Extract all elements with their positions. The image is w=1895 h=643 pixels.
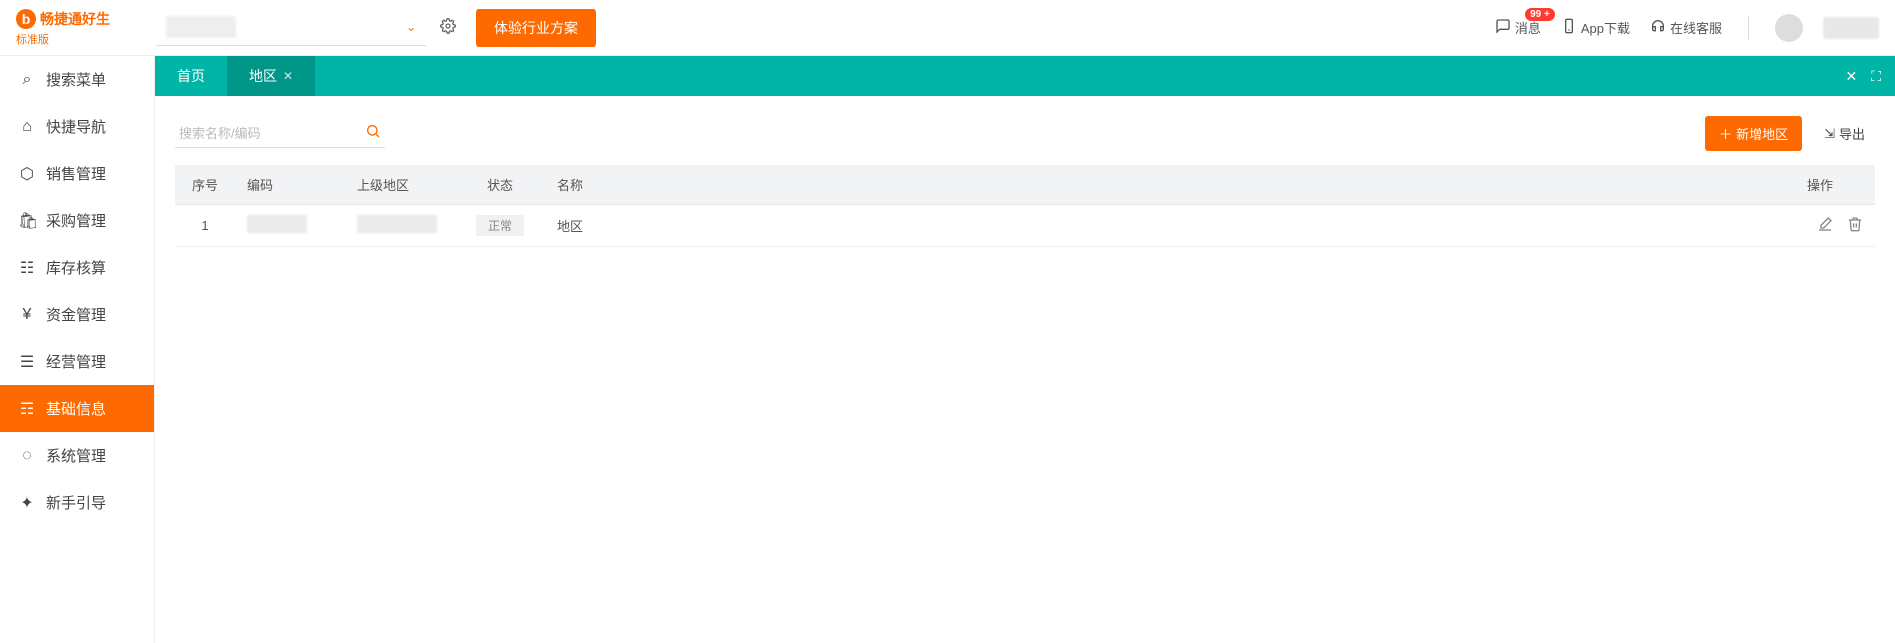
chevron-down-icon: ⌄ <box>406 20 416 34</box>
export-button[interactable]: ⇲导出 <box>1814 116 1875 151</box>
list-icon: ☰ <box>18 352 36 372</box>
message-icon <box>1495 18 1511 37</box>
content: ＋新增地区 ⇲导出 序号 编码 上级地区 状态 名称 操作 <box>155 96 1895 643</box>
col-ops: 操作 <box>1765 165 1875 205</box>
tab-label: 首页 <box>177 66 205 86</box>
fullscreen-icon[interactable]: ⛶ <box>1871 68 1881 85</box>
app-download-link[interactable]: App下载 <box>1561 18 1630 37</box>
cell-ops <box>1765 205 1875 247</box>
search-box <box>175 120 385 148</box>
tab-home[interactable]: 首页 <box>155 56 227 96</box>
add-region-button[interactable]: ＋新增地区 <box>1705 116 1802 151</box>
company-name-blur <box>166 16 236 38</box>
messages-link[interactable]: 消息 99 + <box>1495 18 1541 37</box>
cell-status: 正常 <box>455 205 545 247</box>
status-tag: 正常 <box>476 215 524 236</box>
sidebar-item-finance[interactable]: ¥ 资金管理 <box>0 291 154 338</box>
logo-text: 畅捷通好生 <box>40 9 110 29</box>
messages-badge: 99 + <box>1525 8 1555 21</box>
search-icon: ⌕ <box>18 71 36 89</box>
mobile-icon <box>1561 18 1577 37</box>
sidebar-item-purchase[interactable]: 🛍 采购管理 <box>0 197 154 244</box>
bag-icon: 🛍 <box>18 211 36 231</box>
sidebar-item-label: 快捷导航 <box>46 116 106 137</box>
col-name: 名称 <box>545 165 1765 205</box>
search-icon[interactable] <box>359 123 387 144</box>
cell-parent <box>345 205 455 247</box>
sidebar-item-inventory[interactable]: ☷ 库存核算 <box>0 244 154 291</box>
diamond-icon: ⬡ <box>18 164 36 184</box>
sidebar-item-label: 销售管理 <box>46 163 106 184</box>
headset-icon <box>1650 18 1666 37</box>
sidebar-item-quicknav[interactable]: ⌂ 快捷导航 <box>0 103 154 150</box>
sidebar-item-system[interactable]: ◌ 系统管理 <box>0 432 154 479</box>
close-icon[interactable]: ✕ <box>283 69 293 83</box>
edit-icon[interactable] <box>1817 219 1837 235</box>
sidebar-item-label: 库存核算 <box>46 257 106 278</box>
col-parent: 上级地区 <box>345 165 455 205</box>
warehouse-icon: ☷ <box>18 258 36 278</box>
logo: b 畅捷通好生 标准版 <box>16 9 156 47</box>
sidebar: ⌕ 搜索菜单 ⌂ 快捷导航 ⬡ 销售管理 🛍 采购管理 ☷ 库存核算 ¥ 资金管理 ☰ 经营管… <box>0 56 155 643</box>
tab-label: 地区 <box>249 66 277 86</box>
search-input[interactable] <box>175 120 359 147</box>
edition-label: 标准版 <box>16 31 156 47</box>
cell-name: 地区 <box>545 205 1765 247</box>
sidebar-item-basicinfo[interactable]: ☶ 基础信息 <box>0 385 154 432</box>
table-row: 1 正常 地区 <box>175 205 1875 247</box>
card-icon: ☶ <box>18 399 36 419</box>
sidebar-item-search[interactable]: ⌕ 搜索菜单 <box>0 56 154 103</box>
col-seq: 序号 <box>175 165 235 205</box>
cog-icon: ◌ <box>18 447 36 465</box>
sidebar-item-label: 采购管理 <box>46 210 106 231</box>
close-all-icon[interactable]: ✕ <box>1845 68 1857 85</box>
app-download-label: App下载 <box>1581 18 1630 37</box>
support-label: 在线客服 <box>1670 18 1722 37</box>
delete-icon[interactable] <box>1847 219 1863 235</box>
col-status: 状态 <box>455 165 545 205</box>
header: b 畅捷通好生 标准版 ⌄ 体验行业方案 消息 99 + <box>0 0 1895 56</box>
avatar[interactable] <box>1775 14 1803 42</box>
cell-seq: 1 <box>175 205 235 247</box>
sidebar-item-sales[interactable]: ⬡ 销售管理 <box>0 150 154 197</box>
toolbar: ＋新增地区 ⇲导出 <box>175 116 1875 151</box>
tab-region[interactable]: 地区 ✕ <box>227 56 315 96</box>
logo-icon: b <box>16 9 36 29</box>
export-label: 导出 <box>1839 124 1865 143</box>
add-label: 新增地区 <box>1736 124 1788 143</box>
tabs: 首页 地区 ✕ ✕ ⛶ <box>155 56 1895 96</box>
support-link[interactable]: 在线客服 <box>1650 18 1722 37</box>
cell-code <box>235 205 345 247</box>
username-blur <box>1823 17 1879 39</box>
plus-icon: ＋ <box>1719 124 1732 143</box>
export-icon: ⇲ <box>1824 126 1835 142</box>
col-code: 编码 <box>235 165 345 205</box>
gear-icon[interactable] <box>440 18 456 37</box>
home-icon: ⌂ <box>18 118 36 136</box>
sidebar-item-label: 新手引导 <box>46 492 106 513</box>
sidebar-item-guide[interactable]: ✦ 新手引导 <box>0 479 154 526</box>
sidebar-item-label: 资金管理 <box>46 304 106 325</box>
sidebar-item-operation[interactable]: ☰ 经营管理 <box>0 338 154 385</box>
sidebar-item-label: 经营管理 <box>46 351 106 372</box>
sidebar-item-label: 系统管理 <box>46 445 106 466</box>
experience-button[interactable]: 体验行业方案 <box>476 9 596 47</box>
divider <box>1748 16 1749 40</box>
sidebar-item-label: 搜索菜单 <box>46 69 106 90</box>
money-icon: ¥ <box>18 306 36 324</box>
region-table: 序号 编码 上级地区 状态 名称 操作 1 正常 <box>175 165 1875 247</box>
star-icon: ✦ <box>18 493 36 513</box>
sidebar-item-label: 基础信息 <box>46 398 106 419</box>
company-selector[interactable]: ⌄ <box>156 10 426 46</box>
